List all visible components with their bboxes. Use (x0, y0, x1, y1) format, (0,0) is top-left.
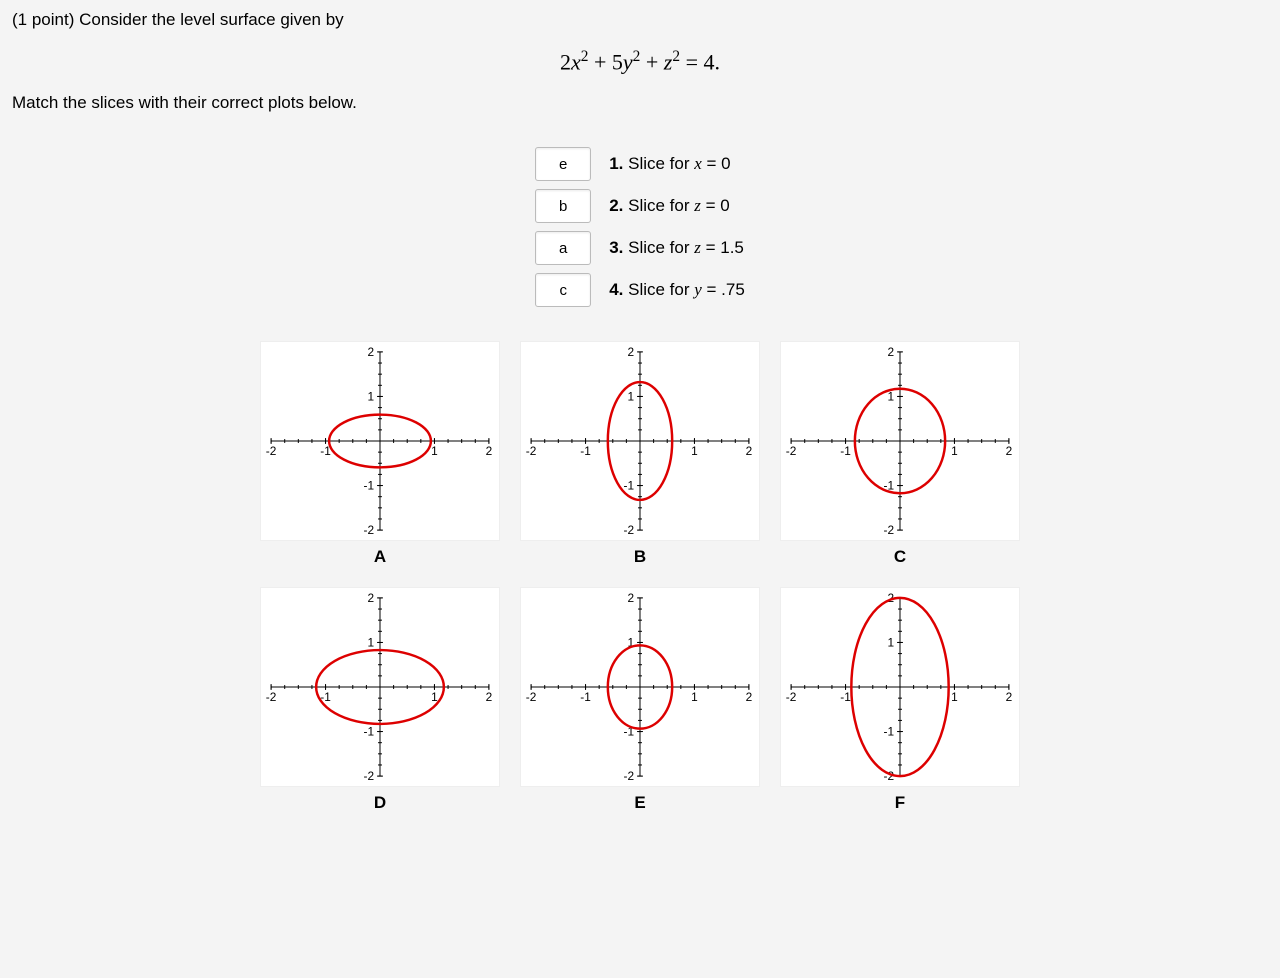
svg-text:2: 2 (367, 591, 374, 605)
svg-text:2: 2 (746, 444, 753, 458)
plot-C: -2-2-1-11122 (780, 341, 1020, 541)
plot-label-C: C (780, 547, 1020, 567)
answer-input-1[interactable] (535, 147, 591, 181)
svg-text:2: 2 (627, 345, 634, 359)
svg-text:1: 1 (431, 444, 438, 458)
slice-label-1: 1. Slice for x = 0 (609, 154, 730, 174)
plot-F: -2-2-1-11122 (780, 587, 1020, 787)
plot-B: -2 -2 -1 -1 1 1 2 2 (520, 341, 760, 541)
svg-text:2: 2 (887, 345, 894, 359)
plot-label-A: A (260, 547, 500, 567)
instruction-text: Match the slices with their correct plot… (12, 93, 1268, 113)
svg-text:-1: -1 (363, 479, 374, 493)
svg-text:1: 1 (431, 690, 438, 704)
svg-text:-1: -1 (363, 725, 374, 739)
plot-label-F: F (780, 793, 1020, 813)
svg-text:-2: -2 (363, 769, 374, 783)
svg-text:1: 1 (367, 390, 374, 404)
plot-cell-B: -2 -2 -1 -1 1 1 2 2 B (520, 341, 760, 567)
plot-cell-A: -2-2-1-11122 A (260, 341, 500, 567)
svg-text:2: 2 (486, 444, 493, 458)
match-row-2: 2. Slice for z = 0 (535, 189, 730, 223)
slice-label-4: 4. Slice for y = .75 (609, 280, 745, 300)
svg-text:-2: -2 (623, 769, 634, 783)
svg-text:-2: -2 (526, 690, 537, 704)
svg-text:1: 1 (691, 690, 698, 704)
svg-text:2: 2 (1006, 444, 1013, 458)
svg-text:1: 1 (627, 390, 634, 404)
svg-text:-2: -2 (786, 690, 797, 704)
svg-text:2: 2 (1006, 690, 1013, 704)
equation: 2x2 + 5y2 + z2 = 4. (12, 48, 1268, 75)
svg-text:2: 2 (367, 345, 374, 359)
answer-input-3[interactable] (535, 231, 591, 265)
plot-label-E: E (520, 793, 760, 813)
svg-text:1: 1 (951, 444, 958, 458)
svg-text:-1: -1 (840, 690, 851, 704)
svg-text:-1: -1 (883, 725, 894, 739)
plot-cell-D: -2-2-1-11122 D (260, 587, 500, 813)
svg-text:1: 1 (691, 444, 698, 458)
svg-text:-2: -2 (883, 523, 894, 537)
plot-cell-F: -2-2-1-11122 F (780, 587, 1020, 813)
prompt-text: (1 point) Consider the level surface giv… (12, 10, 1268, 30)
plot-label-B: B (520, 547, 760, 567)
svg-text:2: 2 (746, 690, 753, 704)
svg-text:2: 2 (627, 591, 634, 605)
svg-text:-2: -2 (623, 523, 634, 537)
slice-label-2: 2. Slice for z = 0 (609, 196, 730, 216)
svg-text:-2: -2 (363, 523, 374, 537)
plot-label-D: D (260, 793, 500, 813)
match-row-3: 3. Slice for z = 1.5 (535, 231, 744, 265)
svg-text:-2: -2 (266, 690, 277, 704)
plot-cell-E: -2-2-1-11122 E (520, 587, 760, 813)
svg-text:1: 1 (367, 636, 374, 650)
plot-cell-C: -2-2-1-11122 C (780, 341, 1020, 567)
slice-label-3: 3. Slice for z = 1.5 (609, 238, 744, 258)
match-row-4: 4. Slice for y = .75 (535, 273, 745, 307)
plots-grid: -2 -2 -1 -1 1 1 2 2 A -2 -2 -1 -1 1 1 2 2 B -2 -2 -1 -1 1 1… (260, 341, 1020, 813)
plot-D: -2-2-1-11122 (260, 587, 500, 787)
svg-text:-1: -1 (580, 444, 591, 458)
svg-text:-1: -1 (580, 690, 591, 704)
answer-input-2[interactable] (535, 189, 591, 223)
svg-text:1: 1 (887, 636, 894, 650)
svg-text:-2: -2 (526, 444, 537, 458)
svg-text:-2: -2 (266, 444, 277, 458)
svg-text:1: 1 (951, 690, 958, 704)
plot-E: -2-2-1-11122 (520, 587, 760, 787)
svg-text:-2: -2 (786, 444, 797, 458)
match-row-1: 1. Slice for x = 0 (535, 147, 730, 181)
answer-input-4[interactable] (535, 273, 591, 307)
svg-text:-1: -1 (623, 479, 634, 493)
plot-A: -2-2-1-11122 (260, 341, 500, 541)
svg-text:-1: -1 (840, 444, 851, 458)
match-block: 1. Slice for x = 0 2. Slice for z = 0 3.… (535, 143, 745, 311)
svg-text:2: 2 (486, 690, 493, 704)
